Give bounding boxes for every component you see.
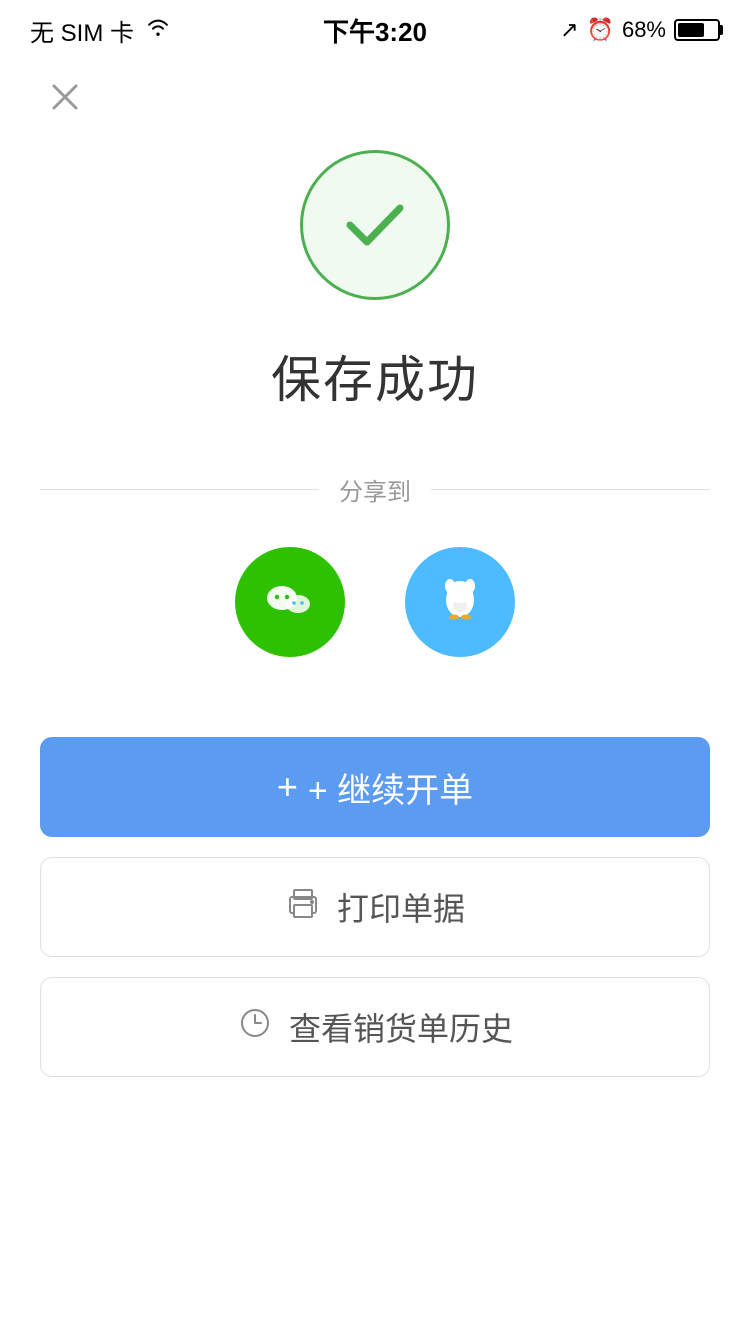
qq-icon xyxy=(428,570,492,634)
continue-label: + 继续开单 xyxy=(308,763,473,812)
success-icon-circle xyxy=(300,150,450,300)
share-icons xyxy=(235,547,515,657)
continue-button[interactable]: + + 继续开单 xyxy=(40,737,710,837)
battery-icon xyxy=(674,19,720,41)
print-label: 打印单据 xyxy=(337,884,465,930)
wechat-icon xyxy=(258,570,322,634)
battery-percent: 68% xyxy=(622,17,666,43)
status-left: 无 SIM 卡 xyxy=(30,13,172,48)
status-bar: 无 SIM 卡 下午3:20 ↗ ⏰ 68% xyxy=(0,0,750,60)
status-time: 下午3:20 xyxy=(323,12,427,49)
share-label: 分享到 xyxy=(339,472,411,507)
share-divider: 分享到 xyxy=(40,472,710,507)
main-content: 保存成功 分享到 xyxy=(0,60,750,1077)
history-icon xyxy=(237,1005,273,1049)
divider-line-left xyxy=(40,489,319,490)
history-label: 查看销货单历史 xyxy=(289,1004,513,1050)
action-buttons: + + 继续开单 打印单据 查看销货单历 xyxy=(40,737,710,1077)
status-right: ↗ ⏰ 68% xyxy=(560,17,720,43)
success-title: 保存成功 xyxy=(271,340,479,412)
location-icon: ↗ xyxy=(560,17,578,43)
history-button[interactable]: 查看销货单历史 xyxy=(40,977,710,1077)
alarm-icon: ⏰ xyxy=(587,17,614,43)
wechat-share-button[interactable] xyxy=(235,547,345,657)
wifi-icon xyxy=(144,16,172,44)
close-button[interactable] xyxy=(40,72,90,122)
print-button[interactable]: 打印单据 xyxy=(40,857,710,957)
continue-plus-icon: + xyxy=(277,766,298,808)
qq-share-button[interactable] xyxy=(405,547,515,657)
divider-line-right xyxy=(431,489,710,490)
carrier-text: 无 SIM 卡 xyxy=(30,13,134,48)
checkmark-icon xyxy=(335,185,415,265)
print-icon xyxy=(285,885,321,929)
